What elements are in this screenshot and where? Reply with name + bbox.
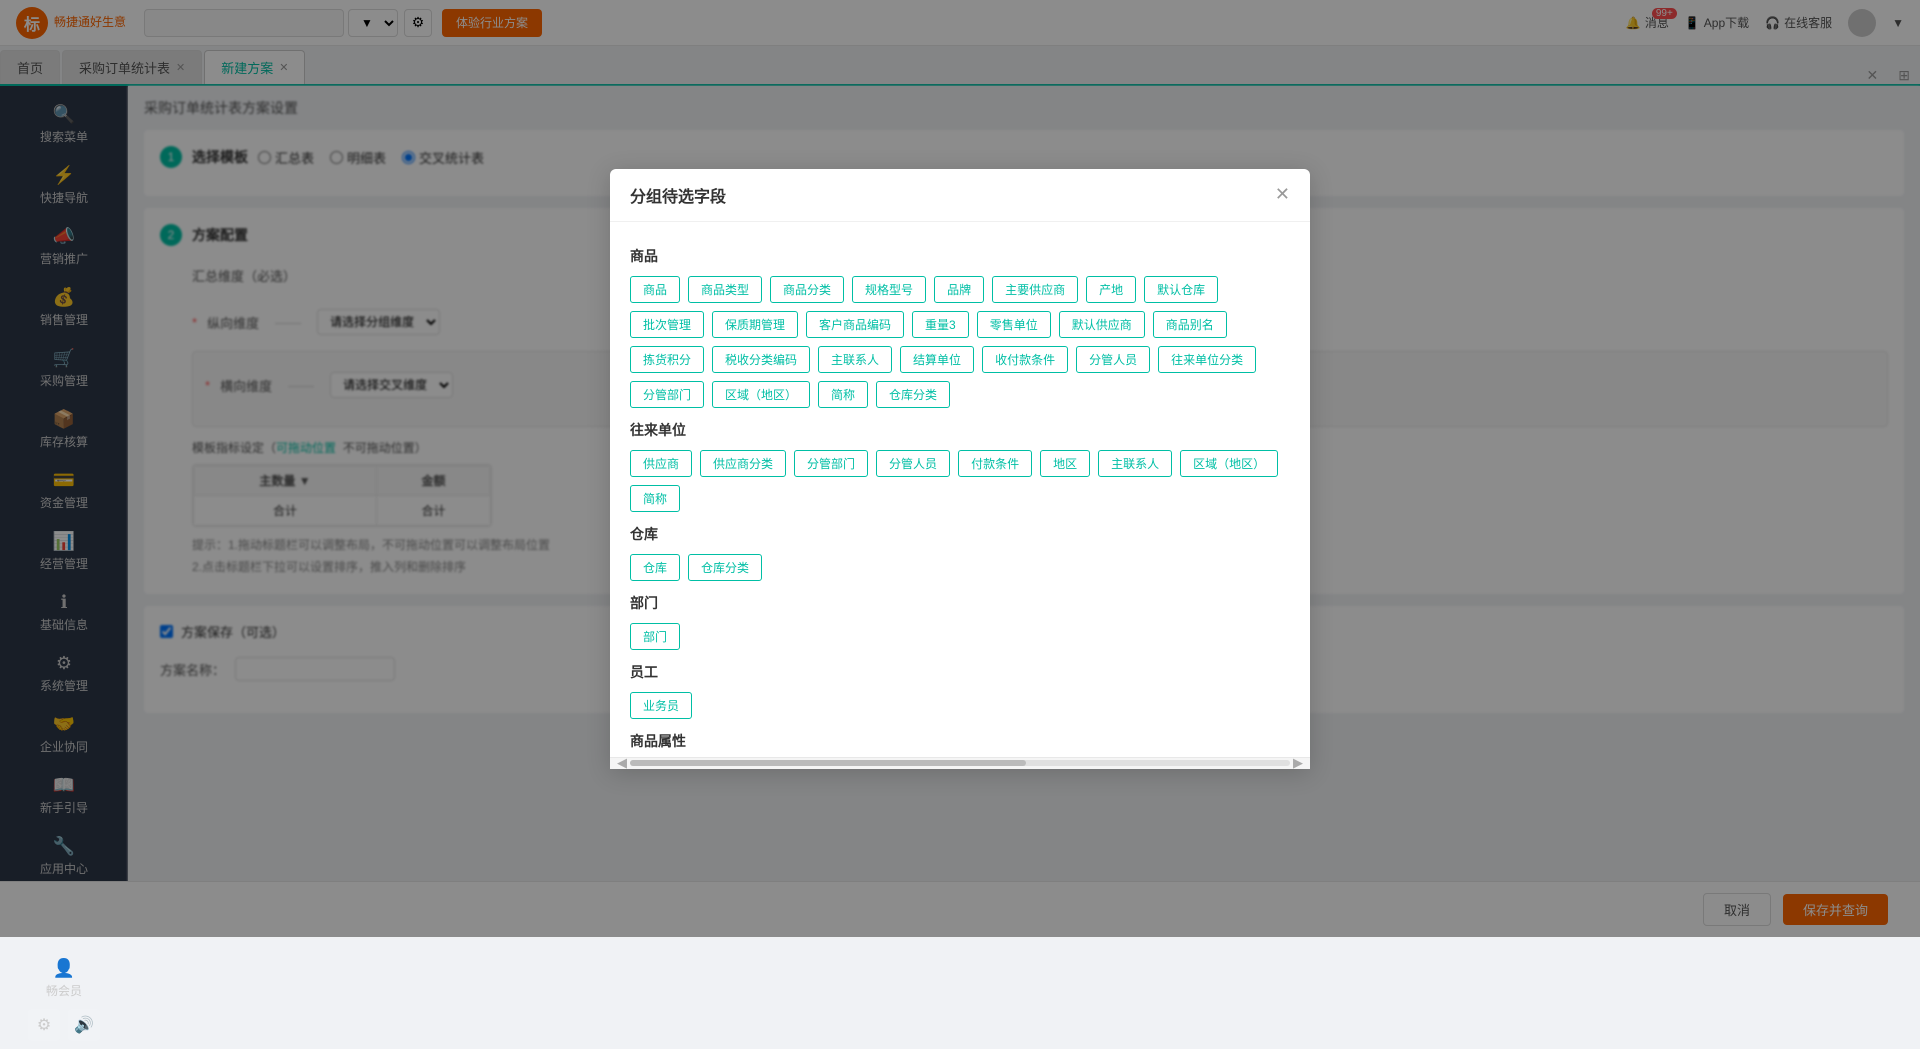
h-scrollbar-thumb — [630, 760, 1026, 766]
field-goods-category[interactable]: 商品分类 — [770, 276, 844, 303]
section-title-warehouse: 仓库 — [630, 524, 1290, 544]
sidebar-label-member: 畅会员 — [46, 982, 82, 999]
field-settlement-unit[interactable]: 结算单位 — [900, 346, 974, 373]
section-title-goods: 商品 — [630, 246, 1290, 266]
field-customer-code[interactable]: 客户商品编码 — [806, 311, 904, 338]
field-supplier-category[interactable]: 供应商分类 — [700, 450, 786, 477]
field-batch-mgmt[interactable]: 批次管理 — [630, 311, 704, 338]
field-grid-warehouse: 仓库 仓库分类 — [630, 554, 1290, 581]
field-manager-partner[interactable]: 分管人员 — [876, 450, 950, 477]
section-title-product-attr: 商品属性 — [630, 731, 1290, 751]
field-goods-alias[interactable]: 商品别名 — [1153, 311, 1227, 338]
field-spec-model[interactable]: 规格型号 — [852, 276, 926, 303]
field-main-supplier[interactable]: 主要供应商 — [992, 276, 1078, 303]
field-short-name-partner[interactable]: 简称 — [630, 485, 680, 512]
field-origin[interactable]: 产地 — [1086, 276, 1136, 303]
field-short-name-goods[interactable]: 简称 — [818, 381, 868, 408]
field-wh-category-goods[interactable]: 仓库分类 — [876, 381, 950, 408]
field-salesperson[interactable]: 业务员 — [630, 692, 692, 719]
field-grid-department: 部门 — [630, 623, 1290, 650]
field-manager[interactable]: 分管人员 — [1076, 346, 1150, 373]
field-warehouse-category[interactable]: 仓库分类 — [688, 554, 762, 581]
field-grid-employee: 业务员 — [630, 692, 1290, 719]
scroll-right-arrow[interactable]: ▶ — [1290, 755, 1306, 771]
field-payment-cond[interactable]: 付款条件 — [958, 450, 1032, 477]
sidebar-audio-btn[interactable]: 🔊 — [68, 1009, 100, 1041]
sidebar-item-member[interactable]: 👤 畅会员 — [0, 948, 128, 1009]
modal-scroll-bar: ◀ ▶ — [610, 757, 1310, 769]
field-retail-unit[interactable]: 零售单位 — [977, 311, 1051, 338]
field-grid-partner: 供应商 供应商分类 分管部门 分管人员 付款条件 地区 主联系人 区域（地区） … — [630, 450, 1290, 512]
field-default-supplier[interactable]: 默认供应商 — [1059, 311, 1145, 338]
field-dept-partner[interactable]: 分管部门 — [794, 450, 868, 477]
field-partner-category[interactable]: 往来单位分类 — [1158, 346, 1256, 373]
field-grid-goods: 商品 商品类型 商品分类 规格型号 品牌 主要供应商 产地 默认仓库 批次管理 … — [630, 276, 1290, 408]
field-tax-code[interactable]: 税收分类编码 — [712, 346, 810, 373]
field-main-contact-partner[interactable]: 主联系人 — [1098, 450, 1172, 477]
field-pick-points[interactable]: 拣货积分 — [630, 346, 704, 373]
field-dept[interactable]: 分管部门 — [630, 381, 704, 408]
section-title-department: 部门 — [630, 593, 1290, 613]
field-region-partner[interactable]: 区域（地区） — [1180, 450, 1278, 477]
field-goods-type[interactable]: 商品类型 — [688, 276, 762, 303]
member-icon: 👤 — [53, 958, 75, 979]
scroll-left-arrow[interactable]: ◀ — [614, 755, 630, 771]
sidebar-settings-btn[interactable]: ⚙ — [28, 1009, 60, 1041]
field-weight[interactable]: 重量3 — [912, 311, 969, 338]
field-warehouse[interactable]: 仓库 — [630, 554, 680, 581]
field-region-goods[interactable]: 区域（地区） — [712, 381, 810, 408]
section-title-partner: 往来单位 — [630, 420, 1290, 440]
field-selection-modal: 分组待选字段 ✕ 商品 商品 商品类型 商品分类 规格型号 品牌 主要供应商 产… — [610, 169, 1310, 769]
field-supplier[interactable]: 供应商 — [630, 450, 692, 477]
field-main-contact[interactable]: 主联系人 — [818, 346, 892, 373]
field-default-warehouse[interactable]: 默认仓库 — [1144, 276, 1218, 303]
field-brand[interactable]: 品牌 — [934, 276, 984, 303]
section-title-employee: 员工 — [630, 662, 1290, 682]
field-expiry-mgmt[interactable]: 保质期管理 — [712, 311, 798, 338]
field-department[interactable]: 部门 — [630, 623, 680, 650]
modal-close-button[interactable]: ✕ — [1275, 184, 1290, 205]
field-area[interactable]: 地区 — [1040, 450, 1090, 477]
h-scrollbar[interactable] — [630, 760, 1290, 766]
sidebar-bottom: ⚙ 🔊 — [0, 1009, 128, 1049]
field-payment-terms[interactable]: 收付款条件 — [982, 346, 1068, 373]
modal-title: 分组待选字段 — [630, 183, 726, 207]
modal-header: 分组待选字段 ✕ — [610, 169, 1310, 222]
field-goods[interactable]: 商品 — [630, 276, 680, 303]
modal-body: 商品 商品 商品类型 商品分类 规格型号 品牌 主要供应商 产地 默认仓库 批次… — [610, 222, 1310, 757]
